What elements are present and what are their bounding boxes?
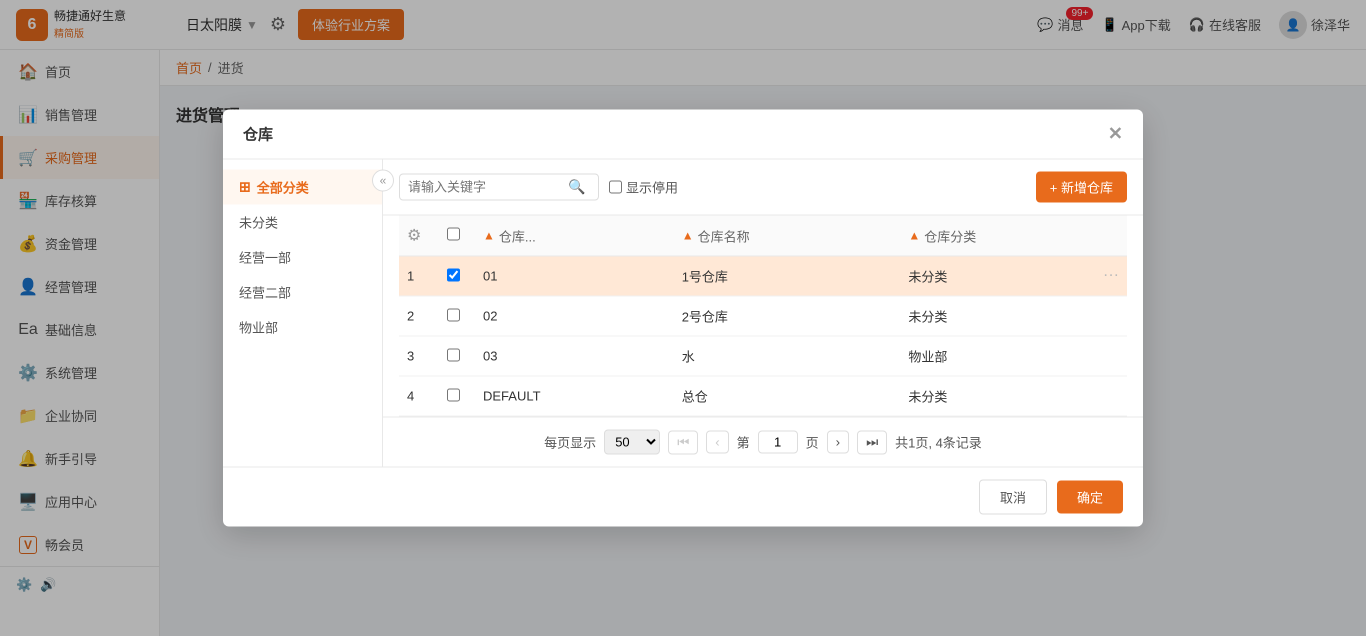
row-check[interactable] <box>439 256 475 296</box>
row-check[interactable] <box>439 376 475 416</box>
search-input[interactable] <box>408 180 568 195</box>
table-header: ⚙ ▲ 仓库... <box>399 216 1127 257</box>
row-category: 未分类 ··· <box>900 256 1127 296</box>
row-code: DEFAULT <box>475 376 674 416</box>
table-row[interactable]: 3 03 水 物业部 <box>399 336 1127 376</box>
per-page-select[interactable]: 50 100 200 <box>604 430 660 455</box>
dialog-right-panel: 🔍 显示停用 + 新增仓库 ⚙ <box>383 160 1143 467</box>
row-name: 总仓 <box>674 376 901 416</box>
category-item-ops1[interactable]: 经营一部 <box>223 240 382 275</box>
page-unit: 页 <box>806 433 819 452</box>
table-row[interactable]: 4 DEFAULT 总仓 未分类 <box>399 376 1127 416</box>
total-info: 共1页, 4条记录 <box>895 433 982 452</box>
warehouse-table-wrap: ⚙ ▲ 仓库... <box>383 216 1143 417</box>
row-index: 4 <box>399 376 439 416</box>
show-disabled-checkbox[interactable] <box>609 181 622 194</box>
add-warehouse-btn[interactable]: + 新增仓库 <box>1036 172 1127 203</box>
th-check <box>439 216 475 257</box>
first-page-btn[interactable]: ⏮ <box>668 430 698 454</box>
th-category: ▲ 仓库分类 <box>900 216 1127 257</box>
row-index: 1 <box>399 256 439 296</box>
dialog-header: 仓库 ✕ <box>223 110 1143 160</box>
row-code: 01 <box>475 256 674 296</box>
dialog-title: 仓库 <box>243 124 273 145</box>
last-page-btn[interactable]: ⏭ <box>857 430 887 454</box>
page-label: 第 <box>737 433 750 452</box>
row-category: 物业部 <box>900 336 1127 376</box>
row-index: 3 <box>399 336 439 376</box>
all-category-icon: ⊞ <box>239 179 251 196</box>
cancel-btn[interactable]: 取消 <box>979 480 1047 515</box>
table-body: 1 01 1号仓库 未分类 ··· 2 02 2号仓库 未分类 <box>399 256 1127 416</box>
more-icon[interactable]: ··· <box>1103 267 1119 285</box>
next-page-btn[interactable]: › <box>827 431 849 454</box>
row-name: 水 <box>674 336 901 376</box>
category-label-property: 物业部 <box>239 318 278 337</box>
th-name: ▲ 仓库名称 <box>674 216 901 257</box>
row-category: 未分类 <box>900 376 1127 416</box>
category-panel: « ⊞ 全部分类 未分类 经营一部 经营二部 物业部 <box>223 160 383 467</box>
row-code: 03 <box>475 336 674 376</box>
gear-header-icon[interactable]: ⚙ <box>407 228 421 245</box>
category-item-ops2[interactable]: 经营二部 <box>223 275 382 310</box>
search-icon[interactable]: 🔍 <box>568 179 585 196</box>
row-category: 未分类 <box>900 296 1127 336</box>
category-item-property[interactable]: 物业部 <box>223 310 382 345</box>
warehouse-table: ⚙ ▲ 仓库... <box>399 216 1127 417</box>
category-sort[interactable]: ▲ 仓库分类 <box>908 226 1119 245</box>
category-label-all: 全部分类 <box>257 178 309 197</box>
table-row[interactable]: 2 02 2号仓库 未分类 <box>399 296 1127 336</box>
row-check[interactable] <box>439 336 475 376</box>
row-index: 2 <box>399 296 439 336</box>
row-check[interactable] <box>439 296 475 336</box>
category-item-uncategorized[interactable]: 未分类 <box>223 205 382 240</box>
category-label-ops2: 经营二部 <box>239 283 291 302</box>
category-label-ops1: 经营一部 <box>239 248 291 267</box>
per-page-label: 每页显示 <box>544 433 596 452</box>
dialog-footer: 取消 确定 <box>223 467 1143 527</box>
show-disabled-label[interactable]: 显示停用 <box>609 178 678 197</box>
category-label-uncategorized: 未分类 <box>239 213 278 232</box>
warehouse-dialog: 仓库 ✕ « ⊞ 全部分类 未分类 经营一部 经营二部 物业部 <box>223 110 1143 527</box>
confirm-btn[interactable]: 确定 <box>1057 481 1123 514</box>
prev-page-btn[interactable]: ‹ <box>706 431 728 454</box>
page-input[interactable] <box>758 431 798 454</box>
pagination: 每页显示 50 100 200 ⏮ ‹ 第 页 › ⏭ 共1页, 4条记录 <box>383 417 1143 467</box>
show-disabled-text: 显示停用 <box>626 178 678 197</box>
category-collapse-btn[interactable]: « <box>372 170 394 192</box>
select-all-checkbox[interactable] <box>447 228 460 241</box>
search-box[interactable]: 🔍 <box>399 174 599 201</box>
name-sort[interactable]: ▲ 仓库名称 <box>682 226 893 245</box>
dialog-toolbar: 🔍 显示停用 + 新增仓库 <box>383 160 1143 216</box>
dialog-body: « ⊞ 全部分类 未分类 经营一部 经营二部 物业部 <box>223 160 1143 467</box>
th-gear: ⚙ <box>399 216 439 257</box>
row-name: 2号仓库 <box>674 296 901 336</box>
dialog-close-btn[interactable]: ✕ <box>1108 124 1123 145</box>
category-item-all[interactable]: ⊞ 全部分类 <box>223 170 382 205</box>
code-sort[interactable]: ▲ 仓库... <box>483 226 666 245</box>
row-code: 02 <box>475 296 674 336</box>
table-row[interactable]: 1 01 1号仓库 未分类 ··· <box>399 256 1127 296</box>
row-name: 1号仓库 <box>674 256 901 296</box>
th-code: ▲ 仓库... <box>475 216 674 257</box>
